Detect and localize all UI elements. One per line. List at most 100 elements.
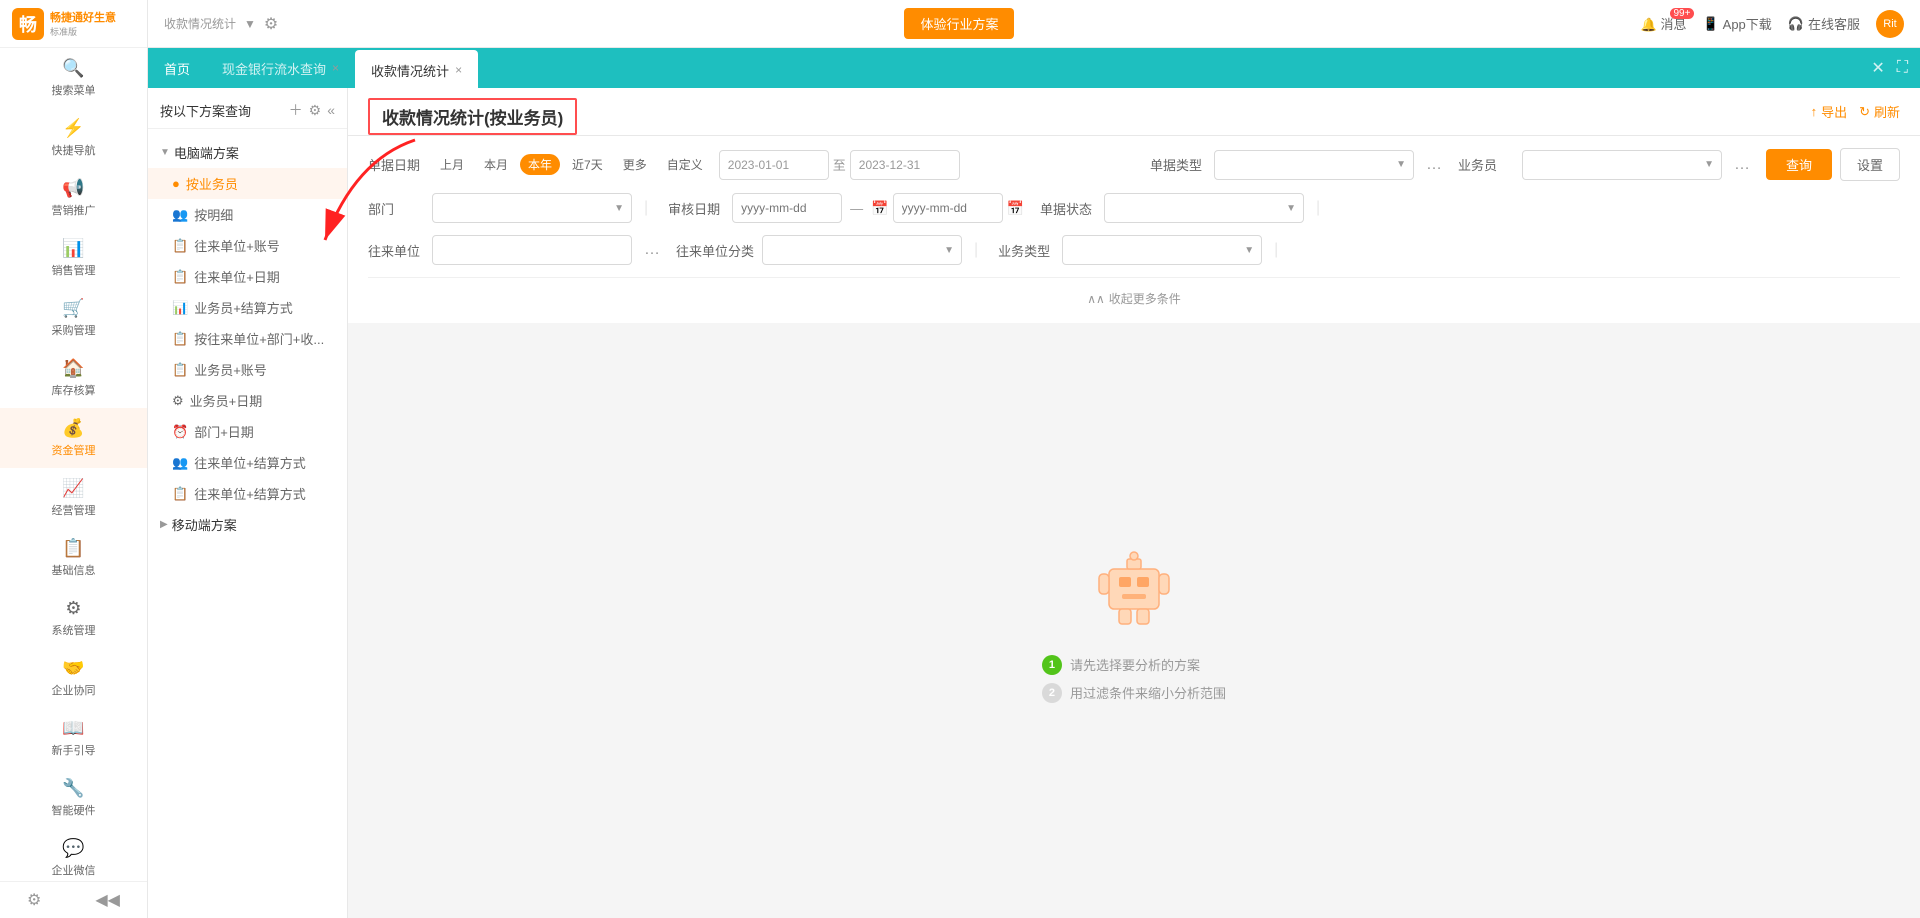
salesperson-more-icon[interactable]: … bbox=[1734, 156, 1750, 174]
tree-parent-mobile[interactable]: ▶ 移动端方案 bbox=[148, 509, 347, 540]
review-date-label: 审核日期 bbox=[668, 199, 724, 218]
unit-category-select[interactable] bbox=[762, 235, 962, 265]
unit-settlement1-icon: 👥 bbox=[172, 455, 188, 471]
tab-collection-stats-close[interactable]: × bbox=[455, 63, 462, 77]
tree-child-by-salesperson[interactable]: ● 按业务员 bbox=[148, 168, 347, 199]
tree-child-salesperson-account[interactable]: 📋 业务员+账号 bbox=[148, 354, 347, 385]
date-label: 单据日期 bbox=[368, 155, 424, 174]
review-date-end[interactable] bbox=[893, 193, 1003, 223]
date-tab-this-month[interactable]: 本月 bbox=[476, 154, 516, 175]
breadcrumb: 收款情况统计 bbox=[164, 15, 236, 32]
tree-child-unit-dept[interactable]: 📋 按往来单位+部门+收... bbox=[148, 323, 347, 354]
bell-icon: 🔔 bbox=[1641, 17, 1657, 32]
sidebar-collapse-btn[interactable]: ◀◀ bbox=[95, 890, 120, 910]
notification-area[interactable]: 🔔 99+ 消息 bbox=[1641, 14, 1687, 33]
sidebar-item-operations[interactable]: 📈 经营管理 bbox=[0, 468, 147, 528]
bill-status-select-wrapper bbox=[1104, 193, 1304, 223]
tab-collection-stats[interactable]: 收款情况统计 × bbox=[355, 50, 478, 90]
panel-title: 按以下方案查询 bbox=[160, 101, 251, 120]
bill-status-select[interactable] bbox=[1104, 193, 1304, 223]
logo-area: 畅 畅捷通好生意 标准版 bbox=[0, 0, 147, 48]
sidebar-label-system: 系统管理 bbox=[52, 622, 96, 638]
refresh-button[interactable]: ↻ 刷新 bbox=[1859, 102, 1900, 121]
date-start-input[interactable] bbox=[719, 150, 829, 180]
user-avatar[interactable]: Rit bbox=[1876, 10, 1904, 38]
business-type-select[interactable] bbox=[1062, 235, 1262, 265]
sidebar-item-basic[interactable]: 📋 基础信息 bbox=[0, 528, 147, 588]
export-button[interactable]: ↑ 导出 bbox=[1811, 102, 1848, 121]
date-tab-more[interactable]: 更多 bbox=[615, 154, 655, 175]
sidebar-item-sales[interactable]: 📊 销售管理 bbox=[0, 228, 147, 288]
tree-parent-pc[interactable]: ▼ 电脑端方案 bbox=[148, 137, 347, 168]
sidebar-settings-btn[interactable]: ⚙ bbox=[27, 890, 41, 910]
review-date-calendar1-icon[interactable]: 📅 bbox=[871, 200, 888, 217]
collapse-button[interactable]: ∧∧ 收起更多条件 bbox=[368, 282, 1900, 315]
sidebar-item-finance[interactable]: 💰 资金管理 bbox=[0, 408, 147, 468]
window-maximize-icon[interactable]: ⛶ bbox=[1897, 59, 1908, 77]
hardware-icon: 🔧 bbox=[62, 778, 84, 799]
sidebar-item-quicknav[interactable]: ⚡ 快捷导航 bbox=[0, 108, 147, 168]
panel-collapse-icon[interactable]: « bbox=[327, 102, 335, 118]
settings-button[interactable]: 设置 bbox=[1840, 148, 1900, 181]
unit-label: 往来单位 bbox=[368, 241, 424, 260]
dropdown-arrow-icon[interactable]: ▼ bbox=[244, 17, 256, 31]
app-download-label: App下载 bbox=[1723, 14, 1772, 33]
sidebar-item-purchase[interactable]: 🛒 采购管理 bbox=[0, 288, 147, 348]
unit-more-icon[interactable]: … bbox=[644, 241, 660, 259]
sidebar-label-finance: 资金管理 bbox=[52, 442, 96, 458]
date-tab-last7[interactable]: 近7天 bbox=[564, 154, 611, 175]
date-tab-last-month[interactable]: 上月 bbox=[432, 154, 472, 175]
tree-child-by-detail[interactable]: 👥 按明细 bbox=[148, 199, 347, 230]
salesperson-select[interactable] bbox=[1522, 150, 1722, 180]
sidebar-item-search[interactable]: 🔍 搜索菜单 bbox=[0, 48, 147, 108]
tree-child-unit-settlement1[interactable]: 👥 往来单位+结算方式 bbox=[148, 447, 347, 478]
date-tab-custom[interactable]: 自定义 bbox=[659, 154, 711, 175]
right-content: 收款情况统计(按业务员) ↑ 导出 ↻ 刷新 bbox=[348, 88, 1920, 918]
sidebar-item-guide[interactable]: 📖 新手引导 bbox=[0, 708, 147, 768]
online-service-link[interactable]: 🎧 在线客服 bbox=[1788, 14, 1860, 33]
settings-gear-icon[interactable]: ⚙ bbox=[264, 14, 278, 34]
tree-child-salesperson-settlement[interactable]: 📊 业务员+结算方式 bbox=[148, 292, 347, 323]
sidebar-item-system[interactable]: ⚙ 系统管理 bbox=[0, 588, 147, 648]
doc-type-more-icon[interactable]: … bbox=[1426, 156, 1442, 174]
tab-bank-flow-close[interactable]: × bbox=[332, 61, 339, 75]
tree-child-unit-settlement2[interactable]: 📋 往来单位+结算方式 bbox=[148, 478, 347, 509]
sidebar-label-hardware: 智能硬件 bbox=[52, 802, 96, 818]
business-type-label: 业务类型 bbox=[998, 241, 1054, 260]
logo-title: 畅捷通好生意 bbox=[50, 9, 116, 25]
dept-select[interactable] bbox=[432, 193, 632, 223]
sidebar-item-enterprise[interactable]: 🤝 企业协同 bbox=[0, 648, 147, 708]
unit-input[interactable] bbox=[432, 235, 632, 265]
window-close-icon[interactable]: ✕ bbox=[1871, 58, 1884, 78]
sidebar-item-inventory[interactable]: 🏠 库存核算 bbox=[0, 348, 147, 408]
query-button[interactable]: 查询 bbox=[1766, 149, 1832, 180]
dept-select-wrapper bbox=[432, 193, 632, 223]
collapse-label: 收起更多条件 bbox=[1109, 290, 1181, 307]
review-date-start[interactable] bbox=[732, 193, 842, 223]
empty-steps: 1 请先选择要分析的方案 2 用过滤条件来缩小分析范围 bbox=[1042, 655, 1226, 703]
page-header-actions: ↑ 导出 ↻ 刷新 bbox=[1811, 102, 1900, 131]
panel-add-icon[interactable]: ＋ bbox=[289, 100, 303, 120]
tree-child-salesperson-date[interactable]: ⚙ 业务员+日期 bbox=[148, 385, 347, 416]
tree-child-unit-date[interactable]: 📋 往来单位+日期 bbox=[148, 261, 347, 292]
filter-row-2: 部门 | 审核日期 — bbox=[368, 193, 1900, 223]
panel-settings-icon[interactable]: ⚙ bbox=[309, 102, 322, 119]
bill-status-filter: 单据状态 | bbox=[1040, 193, 1324, 223]
date-end-input[interactable] bbox=[850, 150, 960, 180]
tree-child-unit-account-label: 往来单位+账号 bbox=[194, 236, 280, 255]
sidebar-item-hardware[interactable]: 🔧 智能硬件 bbox=[0, 768, 147, 828]
sidebar-item-wechat[interactable]: 💬 企业微信 bbox=[0, 828, 147, 881]
tab-bank-flow[interactable]: 现金银行流水查询 × bbox=[206, 48, 355, 88]
left-panel: 按以下方案查询 ＋ ⚙ « ▼ 电脑端方案 ● 按业务员 bbox=[148, 88, 348, 918]
review-date-calendar2-icon[interactable]: 📅 bbox=[1007, 200, 1024, 217]
collapse-section: ∧∧ 收起更多条件 bbox=[368, 277, 1900, 323]
trial-button[interactable]: 体验行业方案 bbox=[904, 8, 1014, 39]
tree-child-unit-account[interactable]: 📋 往来单位+账号 bbox=[148, 230, 347, 261]
doc-type-select[interactable] bbox=[1214, 150, 1414, 180]
step1-number: 1 bbox=[1042, 655, 1062, 675]
tree-child-dept-date[interactable]: ⏰ 部门+日期 bbox=[148, 416, 347, 447]
app-download-link[interactable]: 📱 App下载 bbox=[1702, 14, 1771, 33]
sidebar-item-marketing[interactable]: 📢 营销推广 bbox=[0, 168, 147, 228]
tab-home[interactable]: 首页 bbox=[148, 48, 206, 88]
date-tab-this-year[interactable]: 本年 bbox=[520, 154, 560, 175]
